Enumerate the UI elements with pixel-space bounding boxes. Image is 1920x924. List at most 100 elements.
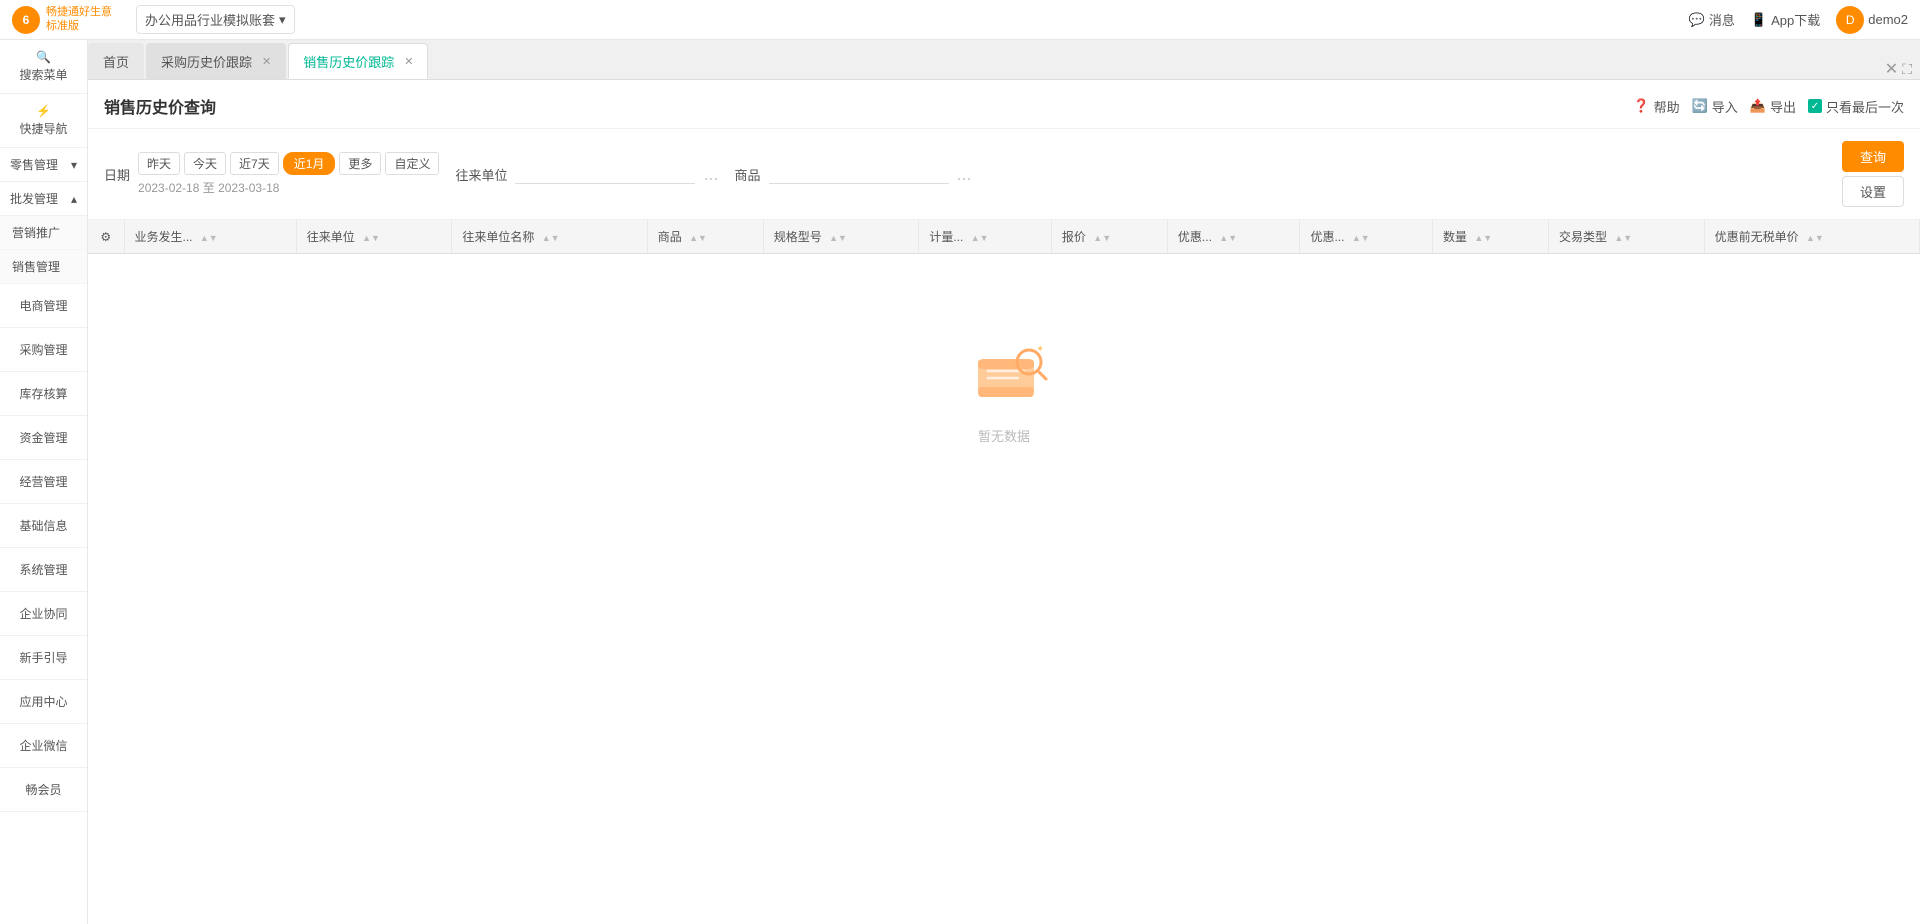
partner-label: 往来单位 [455,165,507,184]
sidebar-item-basic[interactable]: 基础信息 [0,504,87,548]
partner-picker-icon[interactable]: ... [703,164,718,185]
page-header: 销售历史价查询 ❓ 帮助 🔄 导入 📤 导出 ✓ [88,80,1920,129]
sidebar-item-members[interactable]: 畅会员 [0,768,87,812]
query-button[interactable]: 查询 [1842,141,1904,172]
main-layout: 🔍 搜索菜单 ⚡ 快捷导航 零售管理 ▾ 批发管理 ▴ 营销推广 销售管理 电商… [0,40,1920,924]
sidebar-item-new-guide[interactable]: 新手引导 [0,636,87,680]
goods-input[interactable] [769,164,949,184]
page-title: 销售历史价查询 [104,94,216,118]
sort-icon-partner-code: ▲▼ [362,234,380,243]
sort-icon-quantity: ▲▼ [1474,234,1492,243]
date-btn-1month[interactable]: 近1月 [283,152,336,175]
empty-text: 暂无数据 [978,426,1030,445]
avatar: D [1836,6,1864,34]
data-table: ⚙ 业务发生... ▲▼ 往来单位 ▲▼ 往来单位名称 [88,220,1920,254]
date-btn-more[interactable]: 更多 [339,152,381,175]
table-header-row: ⚙ 业务发生... ▲▼ 往来单位 ▲▼ 往来单位名称 [88,220,1920,254]
sort-icon-pre-tax-price: ▲▼ [1806,234,1824,243]
export-button[interactable]: 📤 导出 [1750,97,1796,116]
tab-sales[interactable]: 销售历史价跟踪 ✕ [288,43,428,79]
tab-sales-close[interactable]: ✕ [404,55,413,68]
logo-icon: 6 [12,6,40,34]
logo-area: 6 畅捷通好生意 标准版 [12,6,112,34]
logo-text: 畅捷通好生意 标准版 [46,6,112,32]
import-icon: 🔄 [1692,98,1708,114]
sidebar-item-retail[interactable]: 零售管理 ▾ [0,148,87,182]
sort-icon-discount2: ▲▼ [1352,234,1370,243]
setting-button[interactable]: 设置 [1842,176,1904,207]
sidebar-item-marketing[interactable]: 营销推广 [0,216,87,250]
chevron-down-icon: ▾ [279,12,286,28]
sidebar-item-corp-collab[interactable]: 企业协同 [0,592,87,636]
content-area: 首页 采购历史价跟踪 ✕ 销售历史价跟踪 ✕ ✕ ⛶ 销售历史价查询 [88,40,1920,924]
partner-input[interactable] [515,164,695,184]
sidebar-item-search[interactable]: 🔍 搜索菜单 [0,40,87,94]
help-button[interactable]: ❓ 帮助 [1633,97,1679,116]
th-trade-type[interactable]: 交易类型 ▲▼ [1548,220,1704,254]
empty-illustration: ✦ [964,334,1044,414]
last-only-checkbox[interactable]: ✓ 只看最后一次 [1808,97,1904,116]
goods-filter-group: 商品 ... [734,164,971,185]
th-price[interactable]: 报价 ▲▼ [1051,220,1167,254]
th-goods[interactable]: 商品 ▲▼ [647,220,763,254]
th-spec[interactable]: 规格型号 ▲▼ [763,220,919,254]
sidebar-item-quick-nav[interactable]: ⚡ 快捷导航 [0,94,87,148]
date-filter-group: 日期 昨天 今天 近7天 近1月 更多 自定义 2023-02-18 至 202… [104,152,439,196]
chevron-up-icon: ▴ [71,192,77,206]
date-btn-custom[interactable]: 自定义 [385,152,439,175]
date-btn-7days[interactable]: 近7天 [230,152,279,175]
tab-purchase[interactable]: 采购历史价跟踪 ✕ [146,43,286,79]
sidebar-item-finance[interactable]: 资金管理 [0,416,87,460]
top-bar-left: 6 畅捷通好生意 标准版 办公用品行业模拟账套 ▾ [12,5,295,34]
th-unit[interactable]: 计量... ▲▼ [919,220,1052,254]
sort-icon-trade-type: ▲▼ [1614,234,1632,243]
partner-filter-group: 往来单位 ... [455,164,718,185]
sidebar-item-operations[interactable]: 经营管理 [0,460,87,504]
quick-nav-icon: ⚡ [36,104,51,118]
export-icon: 📤 [1750,98,1766,114]
filter-buttons: 查询 设置 [1842,141,1904,207]
tab-maximize-icon[interactable]: ⛶ [1902,61,1912,78]
account-selector[interactable]: 办公用品行业模拟账套 ▾ [136,5,295,34]
sidebar-item-inventory[interactable]: 库存核算 [0,372,87,416]
th-discount2[interactable]: 优惠... ▲▼ [1300,220,1433,254]
sidebar-item-app-center[interactable]: 应用中心 [0,680,87,724]
app-download-button[interactable]: 📱 App下载 [1751,10,1820,29]
sidebar-item-system[interactable]: 系统管理 [0,548,87,592]
tab-home[interactable]: 首页 [88,43,144,79]
download-icon: 📱 [1751,12,1767,28]
sort-icon-price: ▲▼ [1093,234,1111,243]
th-biz-date[interactable]: 业务发生... ▲▼ [124,220,296,254]
top-bar-right: 💬 消息 📱 App下载 D demo2 [1689,6,1908,34]
sort-icon-partner-name: ▲▼ [542,234,560,243]
th-discount1[interactable]: 优惠... ▲▼ [1167,220,1300,254]
sidebar-item-ecommerce[interactable]: 电商管理 [0,284,87,328]
search-icon: 🔍 [36,50,51,64]
sort-icon-goods: ▲▼ [689,234,707,243]
sidebar-item-sales-mgmt[interactable]: 销售管理 [0,250,87,284]
top-bar: 6 畅捷通好生意 标准版 办公用品行业模拟账套 ▾ 💬 消息 📱 App下载 D… [0,0,1920,40]
th-quantity[interactable]: 数量 ▲▼ [1432,220,1548,254]
th-partner-name[interactable]: 往来单位名称 ▲▼ [452,220,647,254]
th-settings[interactable]: ⚙ [88,220,124,254]
filter-area: 日期 昨天 今天 近7天 近1月 更多 自定义 2023-02-18 至 202… [88,129,1920,220]
tab-purchase-close[interactable]: ✕ [262,55,271,68]
date-btn-today[interactable]: 今天 [184,152,226,175]
svg-text:✦: ✦ [1036,344,1044,355]
tab-minimize-icon[interactable]: ✕ [1885,59,1898,79]
sort-icon-unit: ▲▼ [971,234,989,243]
sort-icon-spec: ▲▼ [829,234,847,243]
sidebar-item-purchase[interactable]: 采购管理 [0,328,87,372]
date-label: 日期 [104,165,130,184]
empty-state: ✦ 暂无数据 [88,254,1920,525]
goods-picker-icon[interactable]: ... [957,164,972,185]
message-button[interactable]: 💬 消息 [1689,10,1735,29]
import-button[interactable]: 🔄 导入 [1692,97,1738,116]
user-menu[interactable]: D demo2 [1836,6,1908,34]
th-pre-tax-price[interactable]: 优惠前无税单价 ▲▼ [1704,220,1919,254]
sidebar-item-corp-wechat[interactable]: 企业微信 [0,724,87,768]
sidebar-item-wholesale[interactable]: 批发管理 ▴ [0,182,87,216]
checkbox-checked-icon: ✓ [1808,99,1822,113]
th-partner-code[interactable]: 往来单位 ▲▼ [296,220,452,254]
date-btn-yesterday[interactable]: 昨天 [138,152,180,175]
